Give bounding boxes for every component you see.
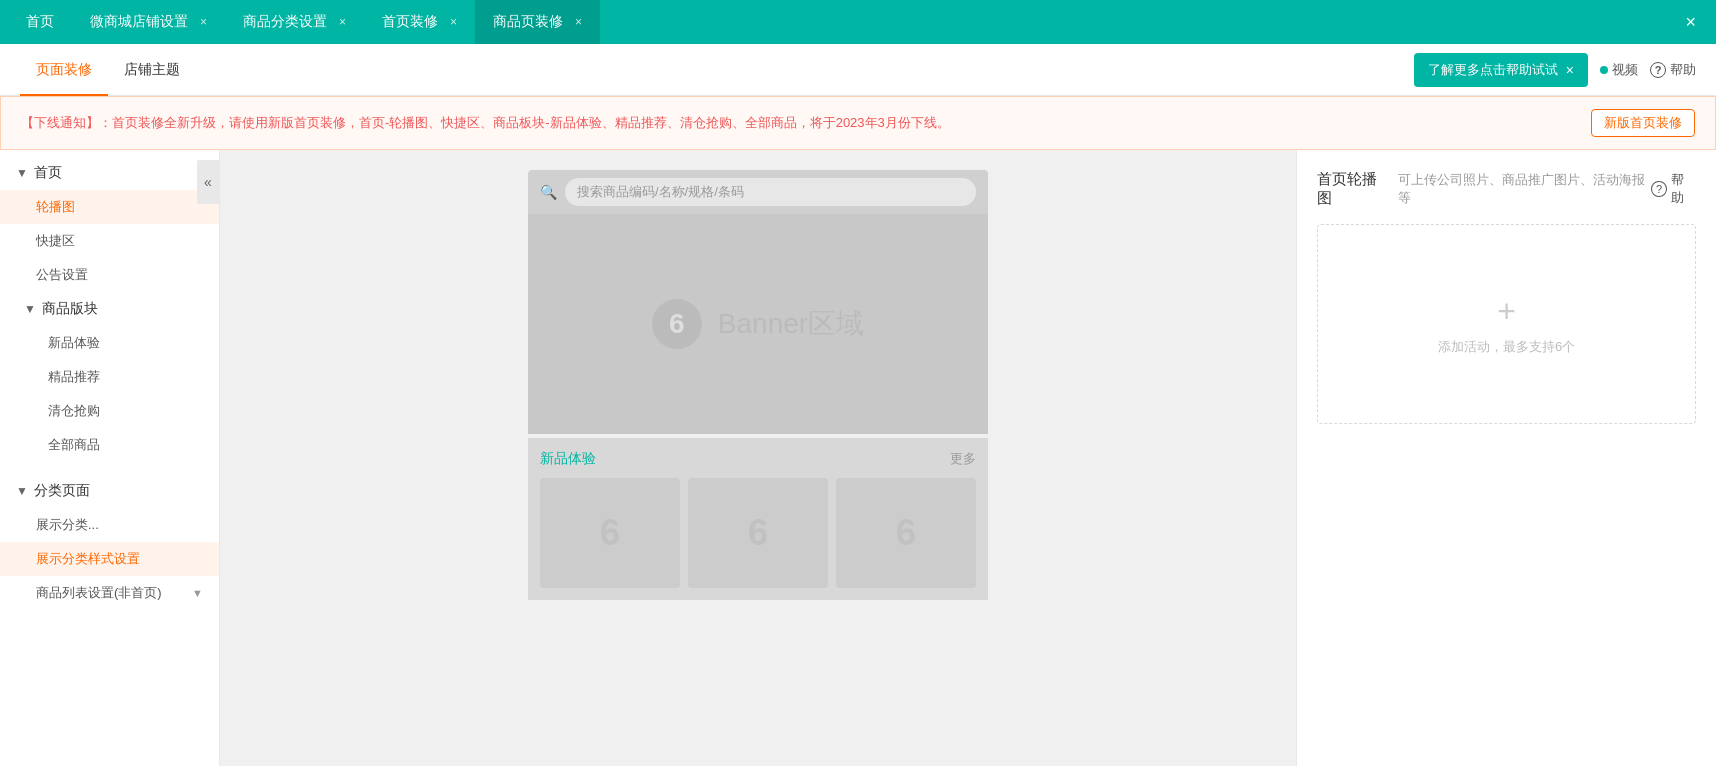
nav-home-label: 首页 xyxy=(26,13,54,31)
tab-page-decor[interactable]: 页面装修 xyxy=(20,44,108,96)
new-version-button[interactable]: 新版首页装修 xyxy=(1591,109,1695,137)
product-section-header: 新品体验 更多 xyxy=(540,450,976,468)
help-label: 帮助 xyxy=(1670,61,1696,79)
nav-home-decor[interactable]: 首页装修 × xyxy=(364,0,475,44)
sidebar-item-featured-label: 精品推荐 xyxy=(48,369,100,384)
help-circle-icon: ? xyxy=(1650,62,1666,78)
tab-page-decor-label: 页面装修 xyxy=(36,61,92,79)
sidebar-item-carousel-label: 轮播图 xyxy=(36,199,75,214)
sidebar-item-notice[interactable]: 公告设置 xyxy=(0,258,219,292)
sidebar-item-show-category[interactable]: 展示分类... xyxy=(0,508,219,542)
nav-category-settings-label: 商品分类设置 xyxy=(243,13,327,31)
video-button[interactable]: 视频 xyxy=(1600,61,1638,79)
phone-preview: 🔍 搜索商品编码/名称/规格/条码 6 Banner区域 新品体验 更多 xyxy=(528,170,988,748)
sidebar-item-shortcut-label: 快捷区 xyxy=(36,233,75,248)
help-circle-icon-2: ? xyxy=(1651,181,1667,197)
phone-search-bar: 🔍 搜索商品编码/名称/规格/条码 xyxy=(528,170,988,214)
banner-b-icon: 6 xyxy=(652,299,702,349)
right-panel-subtitle: 可上传公司照片、商品推广图片、活动海报等 xyxy=(1398,171,1651,207)
sidebar-item-new-experience-label: 新品体验 xyxy=(48,335,100,350)
right-panel-help-label: 帮助 xyxy=(1671,171,1696,207)
nav-store-settings[interactable]: 微商城店铺设置 × xyxy=(72,0,225,44)
nav-home[interactable]: 首页 xyxy=(8,0,72,44)
sidebar-item-carousel[interactable]: 轮播图 xyxy=(0,190,219,224)
chevron-down-icon: ▼ xyxy=(192,587,203,599)
product-card-3: 6 xyxy=(836,478,976,588)
nav-product-decor-close[interactable]: × xyxy=(575,15,582,29)
top-nav: 首页 微商城店铺设置 × 商品分类设置 × 首页装修 × 商品页装修 × × xyxy=(0,0,1716,44)
add-image-label: 添加活动，最多支持6个 xyxy=(1438,338,1575,356)
sidebar-item-featured[interactable]: 精品推荐 xyxy=(0,360,219,394)
product-section: 新品体验 更多 6 6 6 xyxy=(528,438,988,600)
nav-store-settings-label: 微商城店铺设置 xyxy=(90,13,188,31)
nav-home-decor-close[interactable]: × xyxy=(450,15,457,29)
sub-tabs: 页面装修 店铺主题 了解更多点击帮助试试 × 视频 ? 帮助 xyxy=(0,44,1716,96)
nav-category-settings-close[interactable]: × xyxy=(339,15,346,29)
nav-store-settings-close[interactable]: × xyxy=(200,15,207,29)
product-card-1: 6 xyxy=(540,478,680,588)
center-preview: 🔍 搜索商品编码/名称/规格/条码 6 Banner区域 新品体验 更多 xyxy=(220,150,1296,766)
sidebar-item-clearance[interactable]: 清仓抢购 xyxy=(0,394,219,428)
help-banner-text: 了解更多点击帮助试试 xyxy=(1428,61,1558,79)
banner-area[interactable]: 6 Banner区域 xyxy=(528,214,988,434)
sidebar-item-all-products[interactable]: 全部商品 xyxy=(0,428,219,462)
right-panel-help-button[interactable]: ? 帮助 xyxy=(1651,171,1696,207)
sidebar-item-category-style[interactable]: 展示分类样式设置 xyxy=(0,542,219,576)
sidebar-group-home-label: 首页 xyxy=(34,164,62,182)
search-icon: 🔍 xyxy=(540,184,557,200)
sidebar-group-category[interactable]: ▼ 分类页面 xyxy=(0,474,219,508)
sidebar: « ▼ 首页 轮播图 快捷区 公告设置 ▼ 商品版块 新品体验 xyxy=(0,150,220,766)
right-panel: 首页轮播图 可上传公司照片、商品推广图片、活动海报等 ? 帮助 + 添加活动，最… xyxy=(1296,150,1716,766)
sidebar-item-product-list-label: 商品列表设置(非首页) xyxy=(36,584,162,602)
product-section-title: 新品体验 xyxy=(540,450,596,468)
sidebar-item-clearance-label: 清仓抢购 xyxy=(48,403,100,418)
add-image-area[interactable]: + 添加活动，最多支持6个 xyxy=(1317,224,1696,424)
sidebar-group-home[interactable]: ▼ 首页 xyxy=(0,156,219,190)
right-panel-title: 首页轮播图 xyxy=(1317,170,1390,208)
help-button[interactable]: ? 帮助 xyxy=(1650,61,1696,79)
arrow-down-icon-2: ▼ xyxy=(24,302,36,316)
product-section-more[interactable]: 更多 xyxy=(950,450,976,468)
global-close-button[interactable]: × xyxy=(1673,12,1708,33)
sidebar-group-category-label: 分类页面 xyxy=(34,482,90,500)
sidebar-section-home: ▼ 首页 轮播图 快捷区 公告设置 ▼ 商品版块 新品体验 精品推荐 xyxy=(0,150,219,468)
banner-text-label: Banner区域 xyxy=(718,305,864,343)
sidebar-item-notice-label: 公告设置 xyxy=(36,267,88,282)
sidebar-group-product-block-label: 商品版块 xyxy=(42,300,98,318)
banner-logo: 6 Banner区域 xyxy=(652,299,864,349)
product-card-2: 6 xyxy=(688,478,828,588)
nav-home-decor-label: 首页装修 xyxy=(382,13,438,31)
video-label: 视频 xyxy=(1612,61,1638,79)
search-input-preview: 搜索商品编码/名称/规格/条码 xyxy=(565,178,976,206)
nav-product-decor-label: 商品页装修 xyxy=(493,13,563,31)
arrow-down-icon: ▼ xyxy=(16,166,28,180)
notice-text: 【下线通知】：首页装修全新升级，请使用新版首页装修，首页-轮播图、快捷区、商品板… xyxy=(21,113,1579,133)
sidebar-collapse-button[interactable]: « xyxy=(197,160,219,204)
tab-store-theme[interactable]: 店铺主题 xyxy=(108,44,196,96)
tab-store-theme-label: 店铺主题 xyxy=(124,61,180,79)
right-panel-header: 首页轮播图 可上传公司照片、商品推广图片、活动海报等 ? 帮助 xyxy=(1317,170,1696,208)
sidebar-item-all-products-label: 全部商品 xyxy=(48,437,100,452)
search-placeholder: 搜索商品编码/名称/规格/条码 xyxy=(577,184,744,199)
arrow-down-icon-3: ▼ xyxy=(16,484,28,498)
collapse-icon: « xyxy=(204,174,212,190)
sidebar-item-show-category-label: 展示分类... xyxy=(36,517,99,532)
nav-product-decor[interactable]: 商品页装修 × xyxy=(475,0,600,44)
product-grid: 6 6 6 xyxy=(540,478,976,588)
sidebar-item-new-experience[interactable]: 新品体验 xyxy=(0,326,219,360)
help-banner-close[interactable]: × xyxy=(1566,62,1574,78)
video-dot-icon xyxy=(1600,66,1608,74)
notice-bar: 【下线通知】：首页装修全新升级，请使用新版首页装修，首页-轮播图、快捷区、商品板… xyxy=(0,96,1716,150)
sidebar-group-product-block[interactable]: ▼ 商品版块 xyxy=(0,292,219,326)
main-area: « ▼ 首页 轮播图 快捷区 公告设置 ▼ 商品版块 新品体验 xyxy=(0,150,1716,766)
sidebar-item-category-style-label: 展示分类样式设置 xyxy=(36,551,140,566)
sidebar-item-product-list[interactable]: 商品列表设置(非首页) ▼ xyxy=(0,576,219,610)
plus-icon: + xyxy=(1497,293,1516,330)
sidebar-item-shortcut[interactable]: 快捷区 xyxy=(0,224,219,258)
help-banner[interactable]: 了解更多点击帮助试试 × xyxy=(1414,53,1588,87)
sidebar-section-category: ▼ 分类页面 展示分类... 展示分类样式设置 商品列表设置(非首页) ▼ xyxy=(0,468,219,616)
nav-category-settings[interactable]: 商品分类设置 × xyxy=(225,0,364,44)
